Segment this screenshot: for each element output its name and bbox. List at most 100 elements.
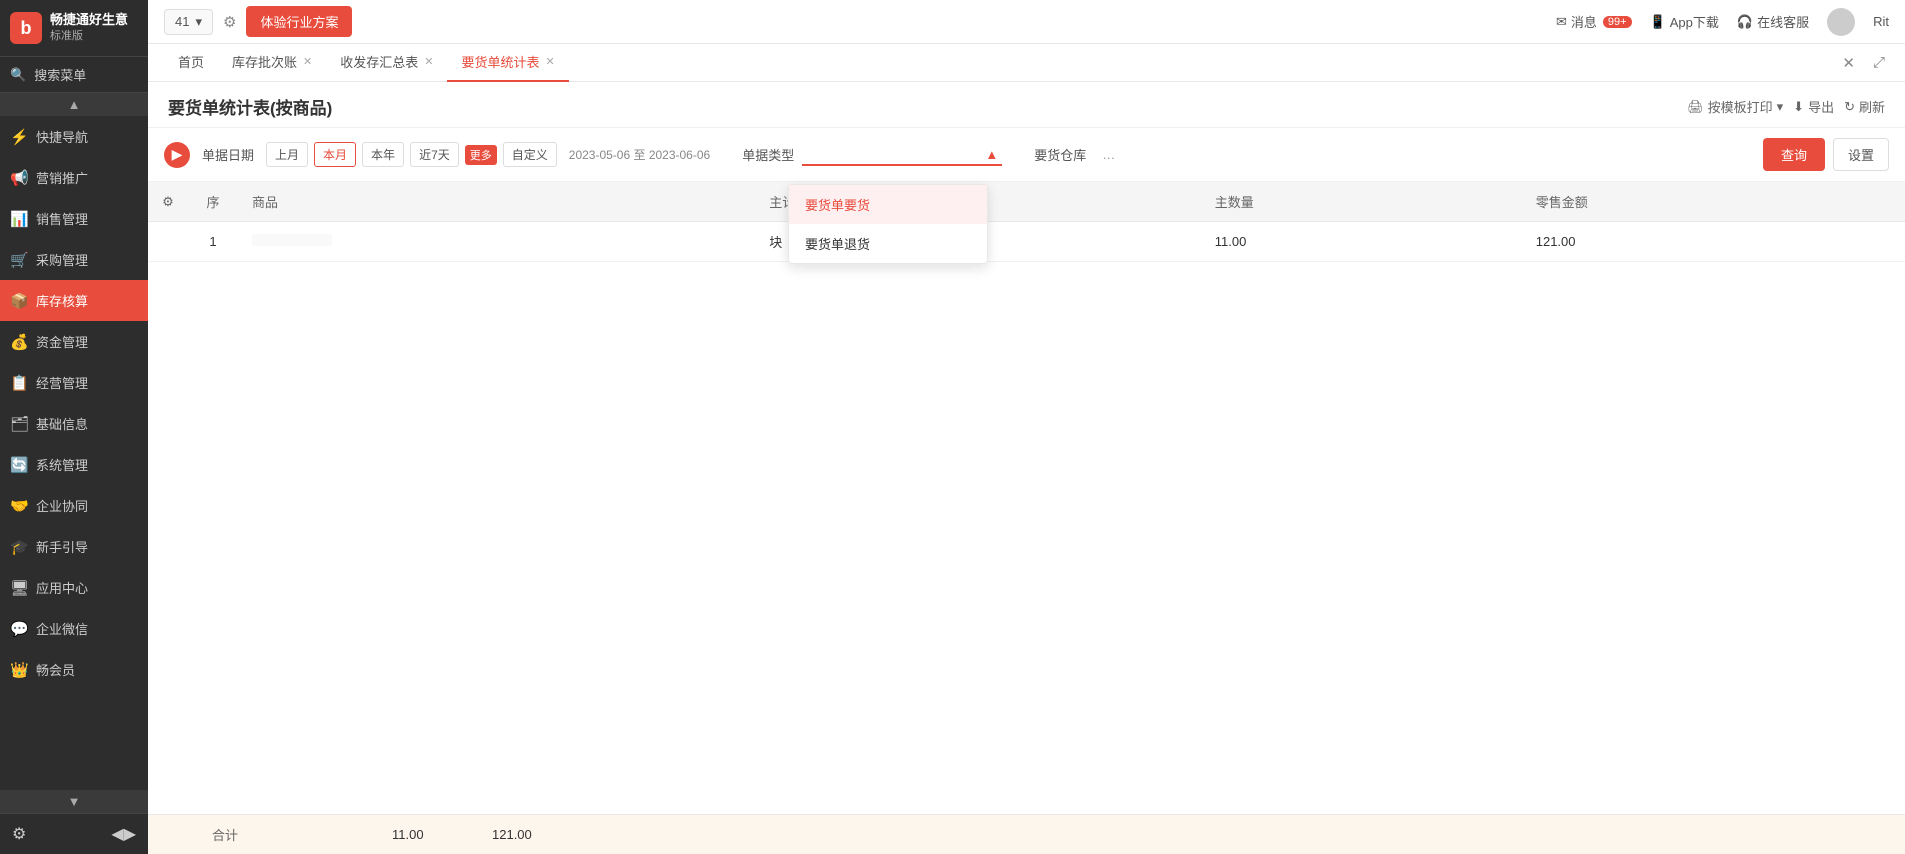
sidebar-item-appstore[interactable]: 🖥 应用中心 xyxy=(0,567,148,608)
date-btn-this-year[interactable]: 本年 xyxy=(362,142,404,167)
sidebar-item-label: 销售管理 xyxy=(36,209,88,228)
sidebar-item-label: 系统管理 xyxy=(36,455,88,474)
sidebar-scroll-down[interactable]: ▼ xyxy=(0,790,148,813)
row-product-cell xyxy=(238,222,755,262)
brand-name: 畅捷通好生意 xyxy=(50,12,128,29)
guide-icon: 🎓 xyxy=(10,538,28,556)
refresh-button[interactable]: ↻ 刷新 xyxy=(1844,97,1885,116)
tab-order-stats-close[interactable]: ✕ xyxy=(546,55,555,68)
warehouse-dots-icon[interactable]: … xyxy=(1102,147,1115,162)
sidebar-item-guide[interactable]: 🎓 新手引导 xyxy=(0,526,148,567)
purchase-icon: 🛒 xyxy=(10,251,28,269)
table-container: ⚙ 序 商品 主计量单位 主数量 零售金额 1 xyxy=(148,182,1905,814)
system-icon: 🔄 xyxy=(10,456,28,474)
app-download-icon: 📱 xyxy=(1650,14,1666,30)
message-badge: 99+ xyxy=(1603,16,1632,28)
sidebar-item-label: 资金管理 xyxy=(36,332,88,351)
tabs-bar: 首页 库存批次账 ✕ 收发存汇总表 ✕ 要货单统计表 ✕ ✕ ⤢ xyxy=(148,44,1905,82)
sidebar-item-system[interactable]: 🔄 系统管理 xyxy=(0,444,148,485)
date-btn-custom[interactable]: 自定义 xyxy=(503,142,557,167)
footer-amount: 121.00 xyxy=(478,827,578,842)
query-button[interactable]: 查询 xyxy=(1763,138,1825,171)
date-more-badge[interactable]: 更多 xyxy=(465,145,497,165)
table-row: 1 块 11.00 121.00 xyxy=(148,222,1905,262)
tab-receivable-summary[interactable]: 收发存汇总表 ✕ xyxy=(326,44,447,82)
date-btn-this-month[interactable]: 本月 xyxy=(314,142,356,167)
tab-order-stats-label: 要货单统计表 xyxy=(461,52,539,71)
print-button[interactable]: 🖨 按模板打印 ▾ xyxy=(1687,97,1783,116)
dropdown-item-order-return[interactable]: 要货单退货 xyxy=(789,224,987,263)
operations-icon: 📋 xyxy=(10,374,28,392)
dropdown-item-order-purchase[interactable]: 要货单要货 xyxy=(789,185,987,224)
sidebar-item-label: 企业微信 xyxy=(36,619,88,638)
date-btn-last-month[interactable]: 上月 xyxy=(266,142,308,167)
col-num-header: 序 xyxy=(188,182,238,222)
settings-button[interactable]: 设置 xyxy=(1833,138,1889,171)
sidebar-item-label: 库存核算 xyxy=(36,291,88,310)
sidebar-item-basic-info[interactable]: 🗂 基础信息 xyxy=(0,403,148,444)
sidebar-item-member[interactable]: 👑 畅会员 xyxy=(0,649,148,690)
service-label: 在线客服 xyxy=(1757,12,1809,31)
tab-inventory-batch-close[interactable]: ✕ xyxy=(303,55,312,68)
tab-home-label: 首页 xyxy=(178,52,204,71)
row-num-cell: 1 xyxy=(188,222,238,262)
type-input-wrapper: ▲ xyxy=(802,143,1002,166)
tab-inventory-batch-label: 库存批次账 xyxy=(232,52,297,71)
tab-home[interactable]: 首页 xyxy=(164,44,218,82)
sidebar-scroll-up[interactable]: ▲ xyxy=(0,93,148,116)
quick-nav-icon: ⚡ xyxy=(10,128,28,146)
message-button[interactable]: ✉ 消息 99+ xyxy=(1556,12,1632,31)
collapse-icon[interactable]: ◀▶ xyxy=(111,824,136,844)
export-button[interactable]: ⬇ 导出 xyxy=(1793,97,1834,116)
refresh-icon: ↻ xyxy=(1844,99,1855,115)
sidebar-item-enterprise[interactable]: 🤝 企业协同 xyxy=(0,485,148,526)
tab-receivable-summary-close[interactable]: ✕ xyxy=(424,55,433,68)
tabs-actions: ✕ ⤢ xyxy=(1838,50,1889,76)
online-service-button[interactable]: 🎧 在线客服 xyxy=(1737,12,1809,31)
promo-button[interactable]: 体验行业方案 xyxy=(246,6,352,37)
sidebar-item-label: 快捷导航 xyxy=(36,127,88,146)
tabs-expand-button[interactable]: ⤢ xyxy=(1869,50,1889,75)
page-header: 要货单统计表(按商品) 🖨 按模板打印 ▾ ⬇ 导出 ↻ 刷新 xyxy=(148,82,1905,128)
topbar-left: 41 ▾ ⚙ 体验行业方案 xyxy=(164,6,352,37)
username-label[interactable]: Rit xyxy=(1873,14,1889,29)
store-selector[interactable]: 41 ▾ xyxy=(164,9,213,35)
app-download-button[interactable]: 📱 App下载 xyxy=(1650,12,1719,31)
settings-icon[interactable]: ⚙ xyxy=(12,824,26,844)
app-logo-icon: b xyxy=(10,12,42,44)
sidebar-item-purchase[interactable]: 🛒 采购管理 xyxy=(0,239,148,280)
filter-expand-button[interactable]: ▶ xyxy=(164,142,190,168)
date-label: 单据日期 xyxy=(202,145,254,164)
message-icon: ✉ xyxy=(1556,14,1567,30)
sidebar-item-quick-nav[interactable]: ⚡ 快捷导航 xyxy=(0,116,148,157)
tab-receivable-summary-label: 收发存汇总表 xyxy=(340,52,418,71)
tab-inventory-batch[interactable]: 库存批次账 ✕ xyxy=(218,44,326,82)
sidebar-item-inventory[interactable]: 📦 库存核算 xyxy=(0,280,148,321)
topbar-gear-icon[interactable]: ⚙ xyxy=(223,13,236,31)
col-settings-header[interactable]: ⚙ xyxy=(148,182,188,222)
page-header-actions: 🖨 按模板打印 ▾ ⬇ 导出 ↻ 刷新 xyxy=(1687,97,1885,116)
table-header-row: ⚙ 序 商品 主计量单位 主数量 零售金额 xyxy=(148,182,1905,222)
sidebar-item-marketing[interactable]: 📢 营销推广 xyxy=(0,157,148,198)
store-name: 41 xyxy=(175,14,189,29)
sidebar-item-operations[interactable]: 📋 经营管理 xyxy=(0,362,148,403)
finance-icon: 💰 xyxy=(10,333,28,351)
user-avatar[interactable] xyxy=(1827,8,1855,36)
type-chevron-icon[interactable]: ▲ xyxy=(985,147,998,162)
type-input[interactable] xyxy=(802,143,1002,166)
sidebar-search[interactable]: 🔍 搜索菜单 xyxy=(0,57,148,93)
sidebar-item-wechat-biz[interactable]: 💬 企业微信 xyxy=(0,608,148,649)
filter-action-buttons: 查询 设置 xyxy=(1763,138,1889,171)
store-dropdown-icon: ▾ xyxy=(195,14,202,30)
tabs-close-all-button[interactable]: ✕ xyxy=(1838,50,1859,76)
basic-info-icon: 🗂 xyxy=(10,415,28,433)
sidebar-item-label: 采购管理 xyxy=(36,250,88,269)
date-btn-last7[interactable]: 近7天 xyxy=(410,142,459,167)
sidebar-item-finance[interactable]: 💰 资金管理 xyxy=(0,321,148,362)
sidebar-item-sales[interactable]: 📊 销售管理 xyxy=(0,198,148,239)
row-amount-cell: 121.00 xyxy=(1522,222,1905,262)
tab-order-stats[interactable]: 要货单统计表 ✕ xyxy=(447,44,568,82)
content-area: 要货单统计表(按商品) 🖨 按模板打印 ▾ ⬇ 导出 ↻ 刷新 ▶ xyxy=(148,82,1905,854)
product-placeholder xyxy=(252,234,332,246)
footer-quantity: 11.00 xyxy=(378,827,478,842)
